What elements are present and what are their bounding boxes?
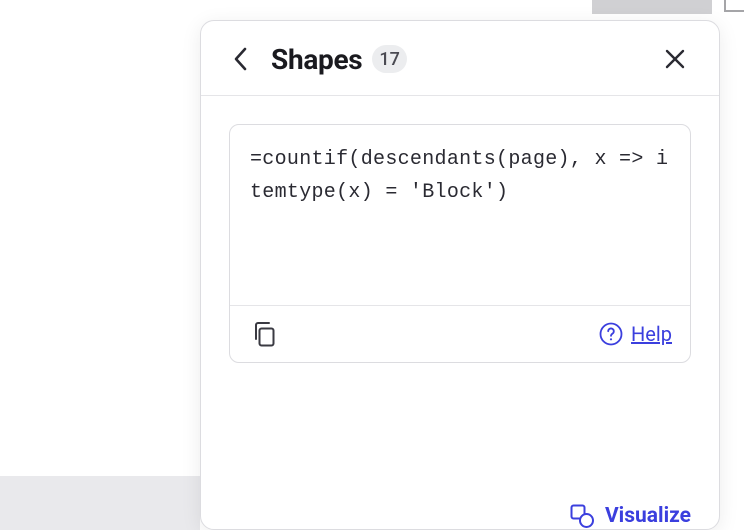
shapes-icon — [569, 503, 595, 529]
formula-box: =countif(descendants(page), x => itemtyp… — [229, 124, 691, 363]
visualize-label: Visualize — [605, 504, 691, 528]
close-icon — [664, 48, 686, 70]
count-badge: 17 — [372, 45, 406, 73]
background-bottom-strip — [0, 476, 200, 530]
panel-header: Shapes 17 — [201, 21, 719, 96]
copy-button[interactable] — [248, 318, 280, 350]
chevron-left-icon — [233, 46, 249, 72]
formula-toolbar: Help — [230, 305, 690, 362]
background-corner-decoration — [724, 0, 744, 12]
background-tab-strip — [592, 0, 712, 14]
help-icon — [599, 322, 623, 346]
copy-icon — [252, 321, 276, 347]
panel-body: =countif(descendants(page), x => itemtyp… — [201, 96, 719, 483]
visualize-button[interactable]: Visualize — [569, 503, 691, 529]
visualize-row: Visualize — [201, 483, 719, 529]
shapes-panel: Shapes 17 =countif(descendants(page), x … — [200, 20, 720, 530]
help-link[interactable]: Help — [599, 322, 672, 346]
formula-input[interactable]: =countif(descendants(page), x => itemtyp… — [230, 125, 690, 305]
back-button[interactable] — [223, 41, 259, 77]
panel-title: Shapes — [271, 43, 362, 76]
close-button[interactable] — [657, 41, 693, 77]
help-label: Help — [631, 322, 672, 346]
